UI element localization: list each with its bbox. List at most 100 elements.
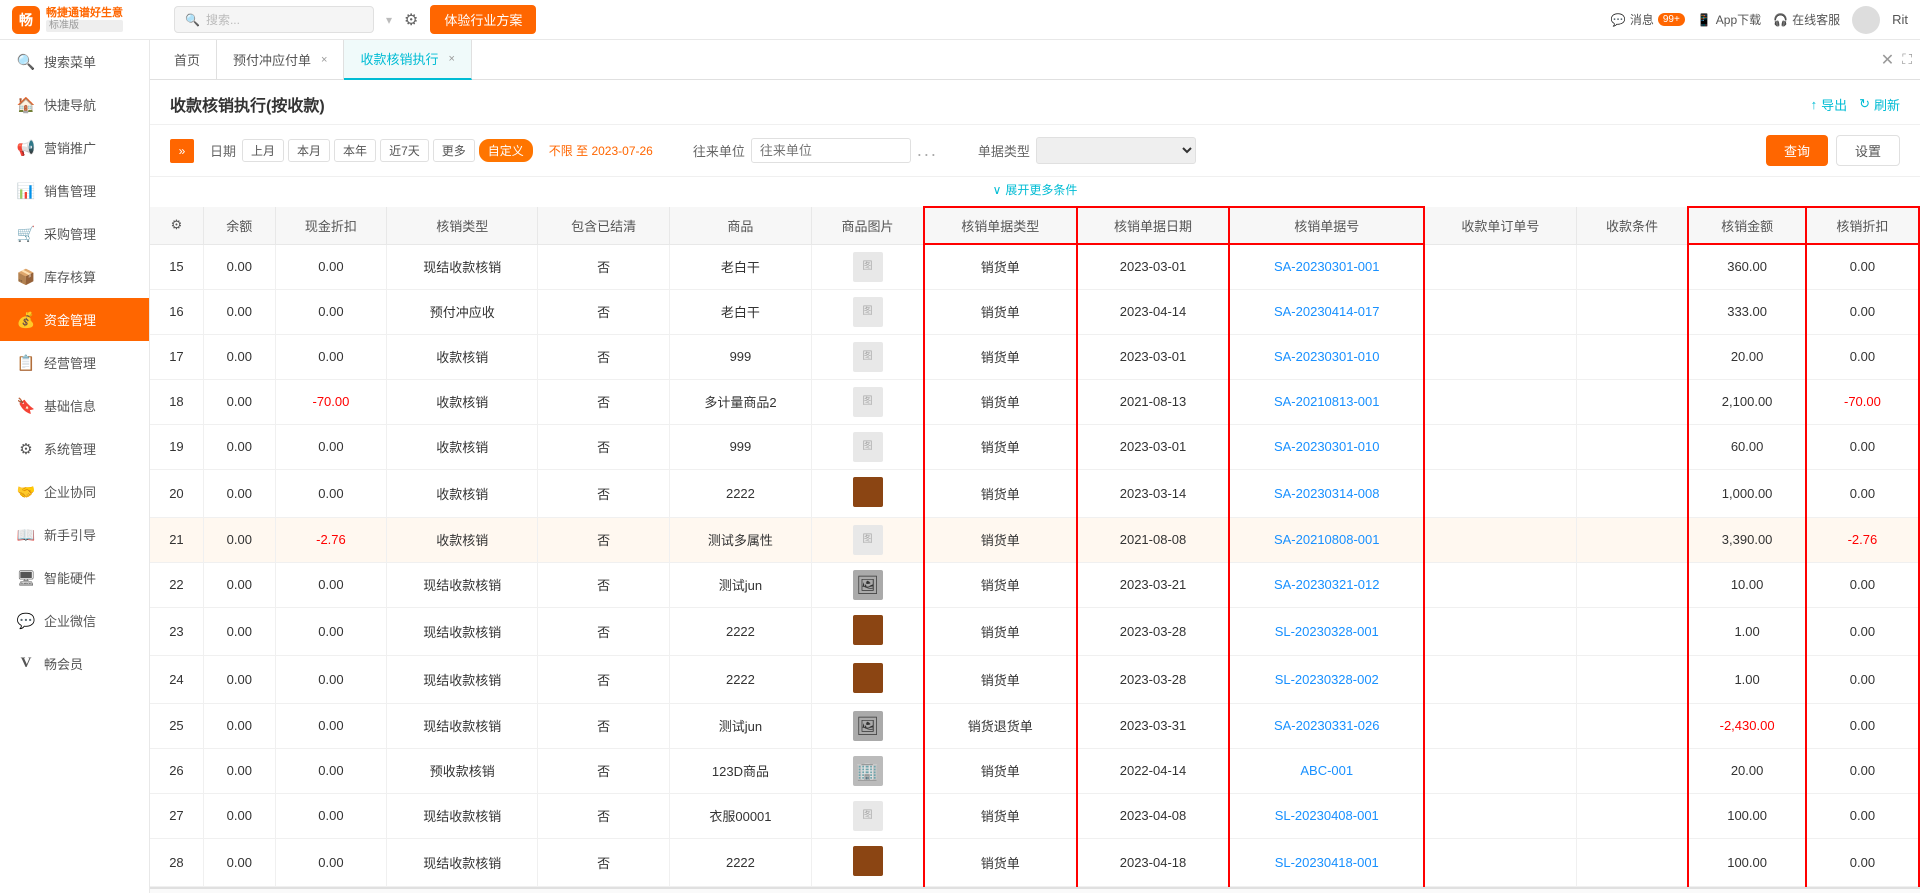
inventory-icon: 📦 [16,268,36,286]
sidebar-label-inventory: 库存核算 [44,267,96,286]
date-btn-custom[interactable]: 自定义 [479,139,533,162]
sidebar-item-purchase[interactable]: 🛒 采购管理 [0,212,149,255]
industry-btn[interactable]: 体验行业方案 [430,5,536,34]
cell-verify-bill-date: 2023-03-01 [1077,244,1230,289]
app-download-item[interactable]: 📱 App下载 [1697,11,1761,28]
sidebar-label-finance: 资金管理 [44,310,96,329]
sidebar-item-nav[interactable]: 🏠 快捷导航 [0,83,149,126]
cell-goods: 2222 [669,469,811,517]
cell-balance: 0.00 [203,334,275,379]
cell-receipt-condition [1576,607,1688,655]
bill-type-select[interactable] [1036,137,1196,164]
bill-no-link[interactable]: SL-20230328-002 [1275,672,1379,687]
cell-id: 28 [150,838,203,886]
bill-no-link[interactable]: SA-20230301-010 [1274,439,1380,454]
message-label: 消息 [1630,11,1654,28]
sidebar-item-sales[interactable]: 📊 销售管理 [0,169,149,212]
date-btn-this-month[interactable]: 本月 [288,139,330,162]
sidebar-label-nav: 快捷导航 [44,95,96,114]
cell-goods: 测试jun [669,562,811,607]
cell-goods: 2222 [669,655,811,703]
cell-verify-bill-date: 2023-04-08 [1077,793,1230,838]
sidebar-item-search[interactable]: 🔍 搜索菜单 [0,40,149,83]
tab-prepay[interactable]: 预付冲应付单 × [217,40,344,80]
tab-prepay-close[interactable]: × [321,54,327,66]
sidebar-item-hardware[interactable]: 🖥 智能硬件 [0,556,149,599]
col-cash-discount: 现金折扣 [275,207,387,244]
bill-no-link[interactable]: SA-20210808-001 [1274,532,1380,547]
query-button[interactable]: 查询 [1766,135,1828,166]
date-btn-7days[interactable]: 近7天 [380,139,429,162]
bill-no-link[interactable]: SA-20230301-010 [1274,349,1380,364]
tab-verify-close[interactable]: × [448,53,454,65]
filter-toggle-btn[interactable]: » [170,139,194,163]
cell-verify-bill-no: SL-20230418-001 [1229,838,1424,886]
cell-include-settled: 否 [538,562,669,607]
bill-no-link[interactable]: SA-20230321-012 [1274,577,1380,592]
sidebar-label-basic: 基础信息 [44,396,96,415]
export-button[interactable]: ↑ 导出 [1811,95,1848,114]
sidebar-item-marketing[interactable]: 📢 营销推广 [0,126,149,169]
user-avatar[interactable] [1852,6,1880,34]
tab-verify[interactable]: 收款核销执行 × [344,40,471,80]
cell-verify-discount: 0.00 [1806,793,1919,838]
export-label: 导出 [1821,95,1847,114]
window-expand-icon[interactable]: ⛶ [1902,51,1912,68]
source-filter-group: 往来单位 ... [693,138,938,163]
user-name[interactable]: Rit [1892,12,1908,27]
sidebar-item-wechat[interactable]: 💬 企业微信 [0,599,149,642]
bill-no-link[interactable]: ABC-001 [1300,763,1353,778]
online-service-item[interactable]: 🎧 在线客服 [1773,11,1840,28]
message-item[interactable]: 💬 消息 99+ [1611,11,1685,28]
table-container[interactable]: ⚙ 余额 现金折扣 核销类型 包含已结清 商品 商品图片 核销单据类型 核销单据… [150,206,1920,893]
sidebar-item-member[interactable]: V 畅会员 [0,642,149,685]
date-btn-more[interactable]: 更多 [433,139,475,162]
sidebar-item-operations[interactable]: 📋 经营管理 [0,341,149,384]
bill-no-link[interactable]: SA-20230331-026 [1274,718,1380,733]
cell-goods: 999 [669,424,811,469]
cell-cash-discount: 0.00 [275,469,387,517]
source-dots[interactable]: ... [917,140,938,161]
bill-no-link[interactable]: SL-20230408-001 [1275,808,1379,823]
gear-button[interactable]: ⚙ [404,10,418,30]
hardware-icon: 🖥 [16,569,36,587]
cell-receipt-order-no [1424,289,1576,334]
bill-no-link[interactable]: SA-20230301-001 [1274,259,1380,274]
date-btn-last-month[interactable]: 上月 [242,139,284,162]
bill-no-link[interactable]: SA-20230314-008 [1274,486,1380,501]
wechat-icon: 💬 [16,612,36,630]
bill-no-link[interactable]: SL-20230418-001 [1275,855,1379,870]
cell-verify-bill-type: 销货单 [924,607,1077,655]
sidebar-item-finance[interactable]: 💰 资金管理 [0,298,149,341]
cell-balance: 0.00 [203,655,275,703]
source-input[interactable] [751,138,911,163]
cell-verify-discount: 0.00 [1806,424,1919,469]
cell-verify-type: 收款核销 [387,424,538,469]
expand-more-btn[interactable]: ∨ 展开更多条件 [993,181,1078,198]
goods-image-default: 图 [853,525,883,555]
home-icon: 🏠 [16,96,36,114]
sidebar-item-basic[interactable]: 🔖 基础信息 [0,384,149,427]
bill-no-link[interactable]: SA-20210813-001 [1274,394,1380,409]
date-btn-this-year[interactable]: 本年 [334,139,376,162]
tab-home[interactable]: 首页 [158,40,217,80]
setting-button[interactable]: 设置 [1836,135,1900,166]
sidebar-item-guide[interactable]: 📖 新手引导 [0,513,149,556]
bill-no-link[interactable]: SA-20230414-017 [1274,304,1380,319]
sidebar-item-system[interactable]: ⚙ 系统管理 [0,427,149,470]
dropdown-chevron[interactable]: ▾ [386,13,392,27]
search-box[interactable]: 🔍 搜索... [174,6,374,33]
goods-image-default: 图 [853,297,883,327]
cell-verify-bill-date: 2021-08-08 [1077,517,1230,562]
cell-cash-discount: 0.00 [275,289,387,334]
bill-no-link[interactable]: SL-20230328-001 [1275,624,1379,639]
cell-verify-bill-type: 销货单 [924,244,1077,289]
col-goods-image: 商品图片 [812,207,924,244]
window-close-icon[interactable]: ✕ [1881,50,1894,70]
sidebar-item-collab[interactable]: 🤝 企业协同 [0,470,149,513]
sidebar-item-inventory[interactable]: 📦 库存核算 [0,255,149,298]
cell-verify-type: 收款核销 [387,469,538,517]
col-settings[interactable]: ⚙ [150,207,203,244]
cell-verify-type: 现结收款核销 [387,655,538,703]
refresh-button[interactable]: ↻ 刷新 [1859,95,1900,114]
